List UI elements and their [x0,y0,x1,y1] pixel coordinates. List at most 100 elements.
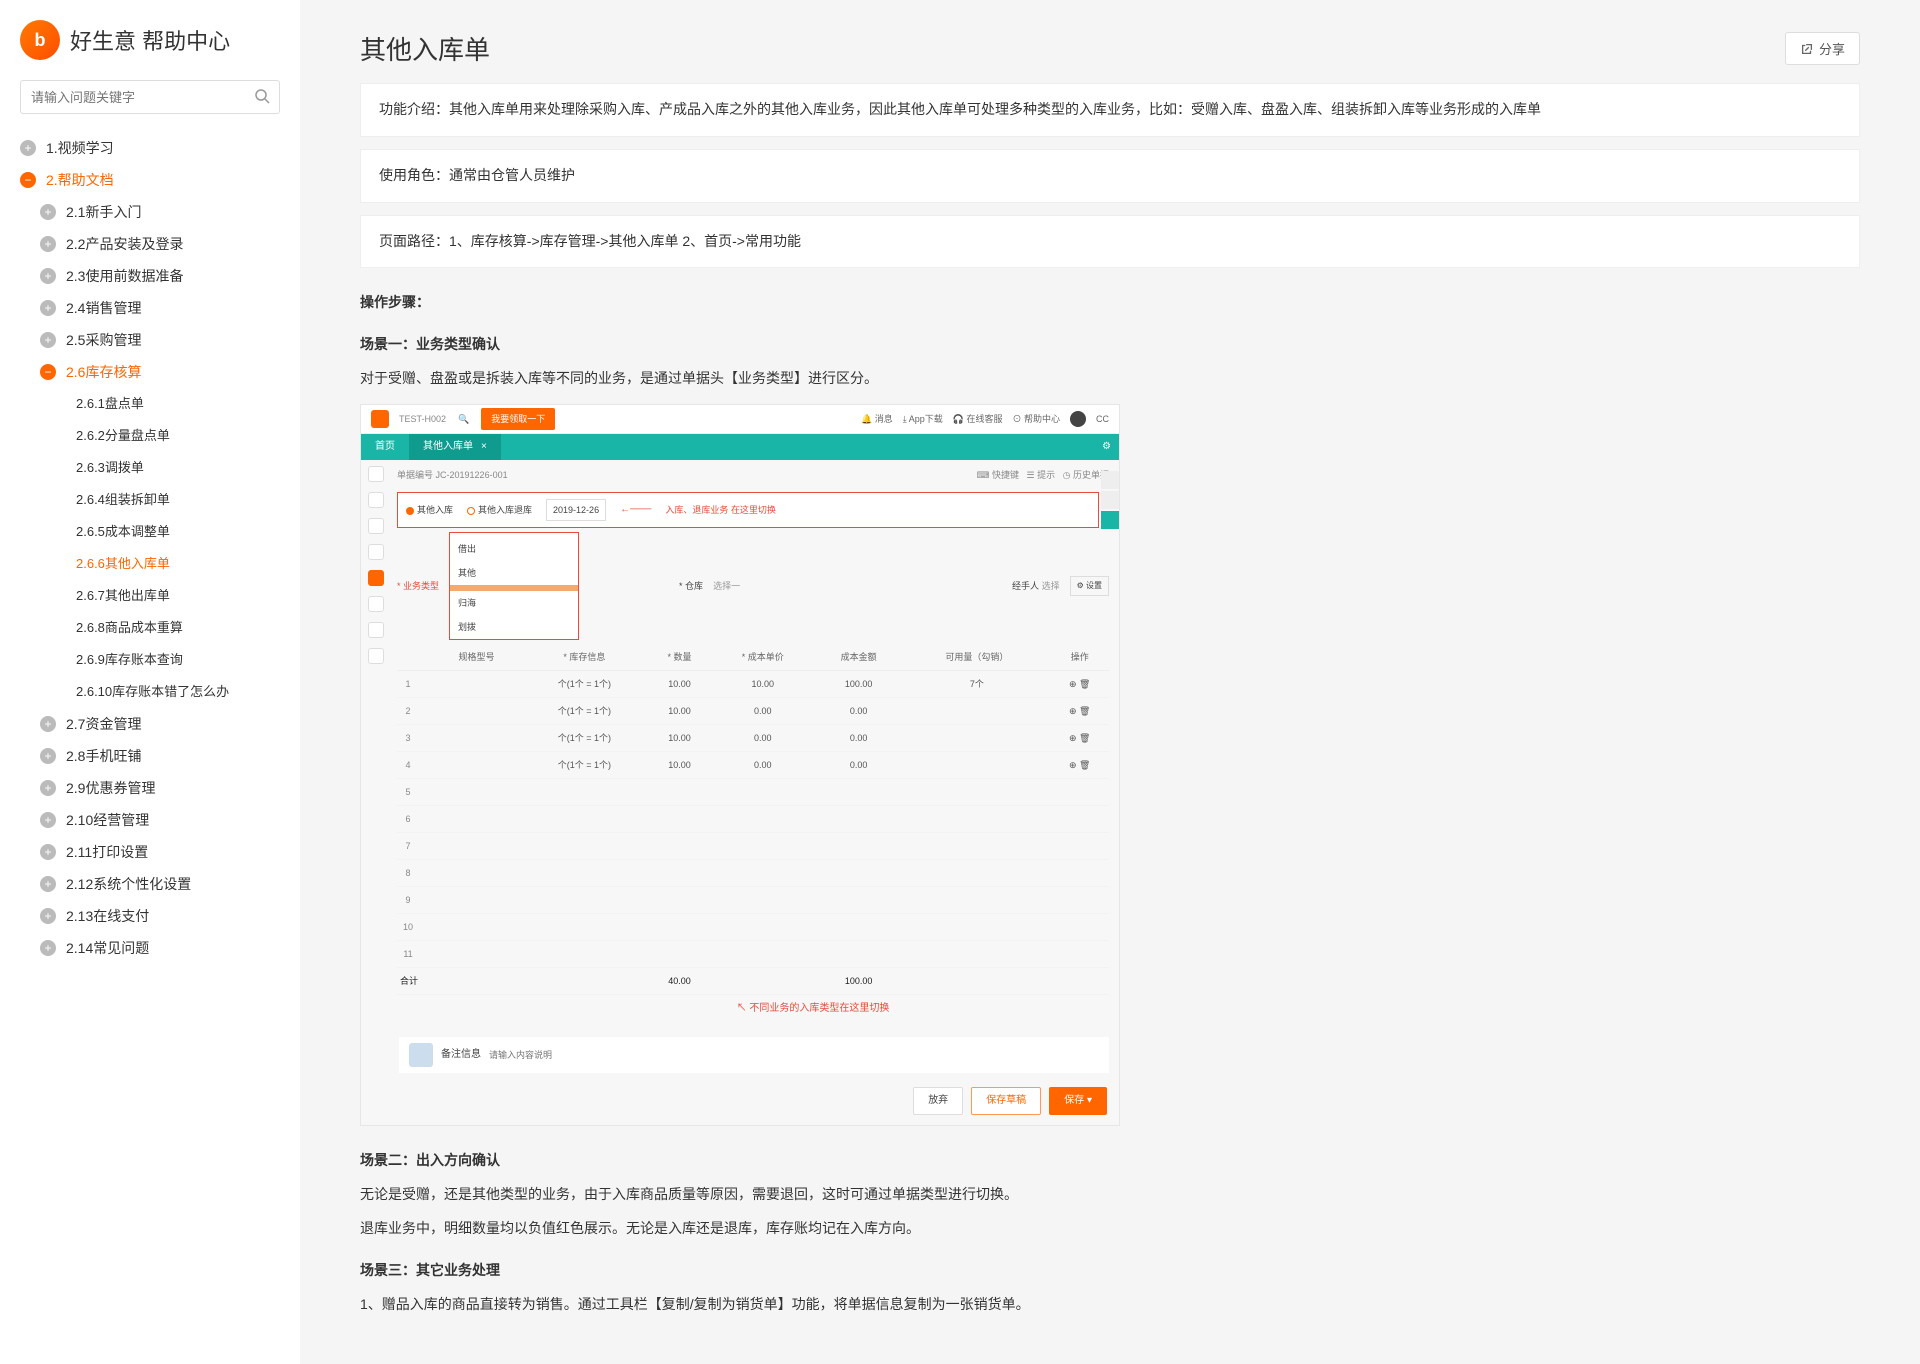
ss-data-table: 规格型号* 库存信息* 数量* 成本单价成本金额可用量（勾销）操作 1个(1个 … [397,644,1109,995]
gear-icon: ⚙ [1102,437,1111,457]
nav-item-2-6-9[interactable]: 2.6.9库存账本查询 [20,644,280,676]
nav-item-2-10[interactable]: +2.10经营管理 [20,804,280,836]
plus-icon: + [40,300,56,316]
ss-account: TEST-H002 [399,410,446,428]
plus-icon: + [40,332,56,348]
scene2-p2: 退库业务中，明细数量均以负值红色展示。无论是入库还是退库，库存账均记在入库方向。 [360,1214,1860,1242]
intro-box: 功能介绍：其他入库单用来处理除采购入库、产成品入库之外的其他入库业务，因此其他入… [360,83,1860,137]
ss-cs-link: 🎧 在线客服 [953,410,1003,428]
nav-item-2-3[interactable]: +2.3使用前数据准备 [20,260,280,292]
screenshot-image: TEST-H002 🔍 我要领取一下 🔔 消息 ⤓ App下载 🎧 在线客服 ⊙… [360,404,1120,1126]
table-row: 6 [397,806,1109,833]
ss-save-button: 保存 ▾ [1049,1087,1107,1115]
minus-icon: − [20,172,36,188]
nav-item-2-7[interactable]: +2.7资金管理 [20,708,280,740]
ss-side-icon [1101,471,1119,489]
scene3-title: 场景三：其它业务处理 [360,1256,1860,1284]
share-button[interactable]: 分享 [1785,32,1860,65]
nav-item-2-6-2[interactable]: 2.6.2分量盘点单 [20,420,280,452]
table-row: 3个(1个 = 1个)10.000.000.00⊕ 🗑 [397,725,1109,752]
table-row: 1个(1个 = 1个)10.0010.00100.007个⊕ 🗑 [397,671,1109,698]
ss-tool-icon [368,492,384,508]
nav-item-2-6-6[interactable]: 2.6.6其他入库单 [20,548,280,580]
nav-item-2-6-3[interactable]: 2.6.3调拨单 [20,452,280,484]
scene2-title: 场景二：出入方向确认 [360,1146,1860,1174]
nav-item-2-6-1[interactable]: 2.6.1盘点单 [20,388,280,420]
nav-item-2-6-5[interactable]: 2.6.5成本调整单 [20,516,280,548]
search-box [20,80,280,114]
nav-item-video[interactable]: +1.视频学习 [20,132,280,164]
sidebar: b 好生意 帮助中心 +1.视频学习 −2.帮助文档 +2.1新手入门 +2.2… [0,0,300,1364]
operation-steps: 操作步骤： 场景一：业务类型确认 对于受赠、盘盈或是拆装入库等不同的业务，是通过… [360,288,1860,1318]
logo-row: b 好生意 帮助中心 [20,20,280,60]
table-row: 2个(1个 = 1个)10.000.000.00⊕ 🗑 [397,698,1109,725]
nav-item-2-11[interactable]: +2.11打印设置 [20,836,280,868]
ss-logo-icon [371,410,389,428]
nav-item-2-14[interactable]: +2.14常见问题 [20,932,280,964]
nav-item-2-13[interactable]: +2.13在线支付 [20,900,280,932]
ss-tool-icon [368,648,384,664]
ss-promo-button: 我要领取一下 [481,408,555,430]
ss-red-note2: ↖ 不同业务的入库类型在这里切换 [397,995,1109,1021]
ss-tool-icon [368,622,384,638]
nav-item-2-4[interactable]: +2.4销售管理 [20,292,280,324]
table-row: 10 [397,914,1109,941]
ss-search-icon: 🔍 [458,410,469,428]
table-row: 9 [397,887,1109,914]
page-title: 其他入库单 [360,30,490,67]
ss-download-link: ⤓ App下载 [903,410,943,428]
ss-left-toolbar [361,460,391,1029]
steps-title: 操作步骤： [360,288,1860,316]
ss-draft-button: 保存草稿 [971,1087,1041,1115]
ss-remark-input [489,1050,1099,1060]
table-row: 5 [397,779,1109,806]
path-box: 页面路径：1、库存核算->库存管理->其他入库单 2、首页->常用功能 [360,215,1860,269]
ss-user: CC [1096,410,1109,428]
search-input[interactable] [20,80,280,114]
ss-tool-icon [368,596,384,612]
plus-icon: + [40,268,56,284]
nav-item-2-8[interactable]: +2.8手机旺铺 [20,740,280,772]
close-icon: × [481,437,487,457]
nav-item-2-6-8[interactable]: 2.6.8商品成本重算 [20,612,280,644]
table-row: 4个(1个 = 1个)10.000.000.00⊕ 🗑 [397,752,1109,779]
plus-icon: + [40,812,56,828]
scene1-desc: 对于受赠、盘盈或是拆装入库等不同的业务，是通过单据头【业务类型】进行区分。 [360,364,1860,392]
plus-icon: + [40,940,56,956]
ss-red-note1: 入库、退库业务 在这里切换 [665,501,776,519]
nav-item-2-6[interactable]: −2.6库存核算 [20,356,280,388]
nav-item-2-6-7[interactable]: 2.6.7其他出库单 [20,580,280,612]
ss-tool-icon [368,544,384,560]
main-content: 其他入库单 分享 功能介绍：其他入库单用来处理除采购入库、产成品入库之外的其他入… [300,0,1920,1364]
nav-item-2-1[interactable]: +2.1新手入门 [20,196,280,228]
ss-setting-button: ⚙ 设置 [1070,576,1109,596]
nav-item-2-2[interactable]: +2.2产品安装及登录 [20,228,280,260]
table-row: 11 [397,941,1109,968]
ss-side-icon [1101,511,1119,529]
logo-text: 好生意 帮助中心 [70,24,230,56]
nav-item-2-9[interactable]: +2.9优惠券管理 [20,772,280,804]
nav-item-2-6-10[interactable]: 2.6.10库存账本错了怎么办 [20,676,280,708]
minus-icon: − [40,364,56,380]
search-icon[interactable] [254,88,270,107]
ss-msg-link: 🔔 消息 [861,410,893,428]
plus-icon: + [40,844,56,860]
ss-tool-icon [368,518,384,534]
nav-item-help-docs[interactable]: −2.帮助文档 [20,164,280,196]
scene1-title: 场景一：业务类型确认 [360,330,1860,358]
role-box: 使用角色：通常由仓管人员维护 [360,149,1860,203]
plus-icon: + [40,204,56,220]
ss-help-link: ⊙ 帮助中心 [1012,410,1060,428]
nav-item-2-5[interactable]: +2.5采购管理 [20,324,280,356]
plus-icon: + [20,140,36,156]
ss-tool-icon [368,466,384,482]
plus-icon: + [40,780,56,796]
note-icon [409,1043,433,1067]
table-row: 7 [397,833,1109,860]
ss-biztype-dropdown: 借出 其他 归海 划拨 [449,532,579,640]
nav-item-2-6-4[interactable]: 2.6.4组装拆卸单 [20,484,280,516]
ss-avatar-icon [1070,411,1086,427]
sidebar-nav: +1.视频学习 −2.帮助文档 +2.1新手入门 +2.2产品安装及登录 +2.… [20,132,280,964]
plus-icon: + [40,748,56,764]
nav-item-2-12[interactable]: +2.12系统个性化设置 [20,868,280,900]
